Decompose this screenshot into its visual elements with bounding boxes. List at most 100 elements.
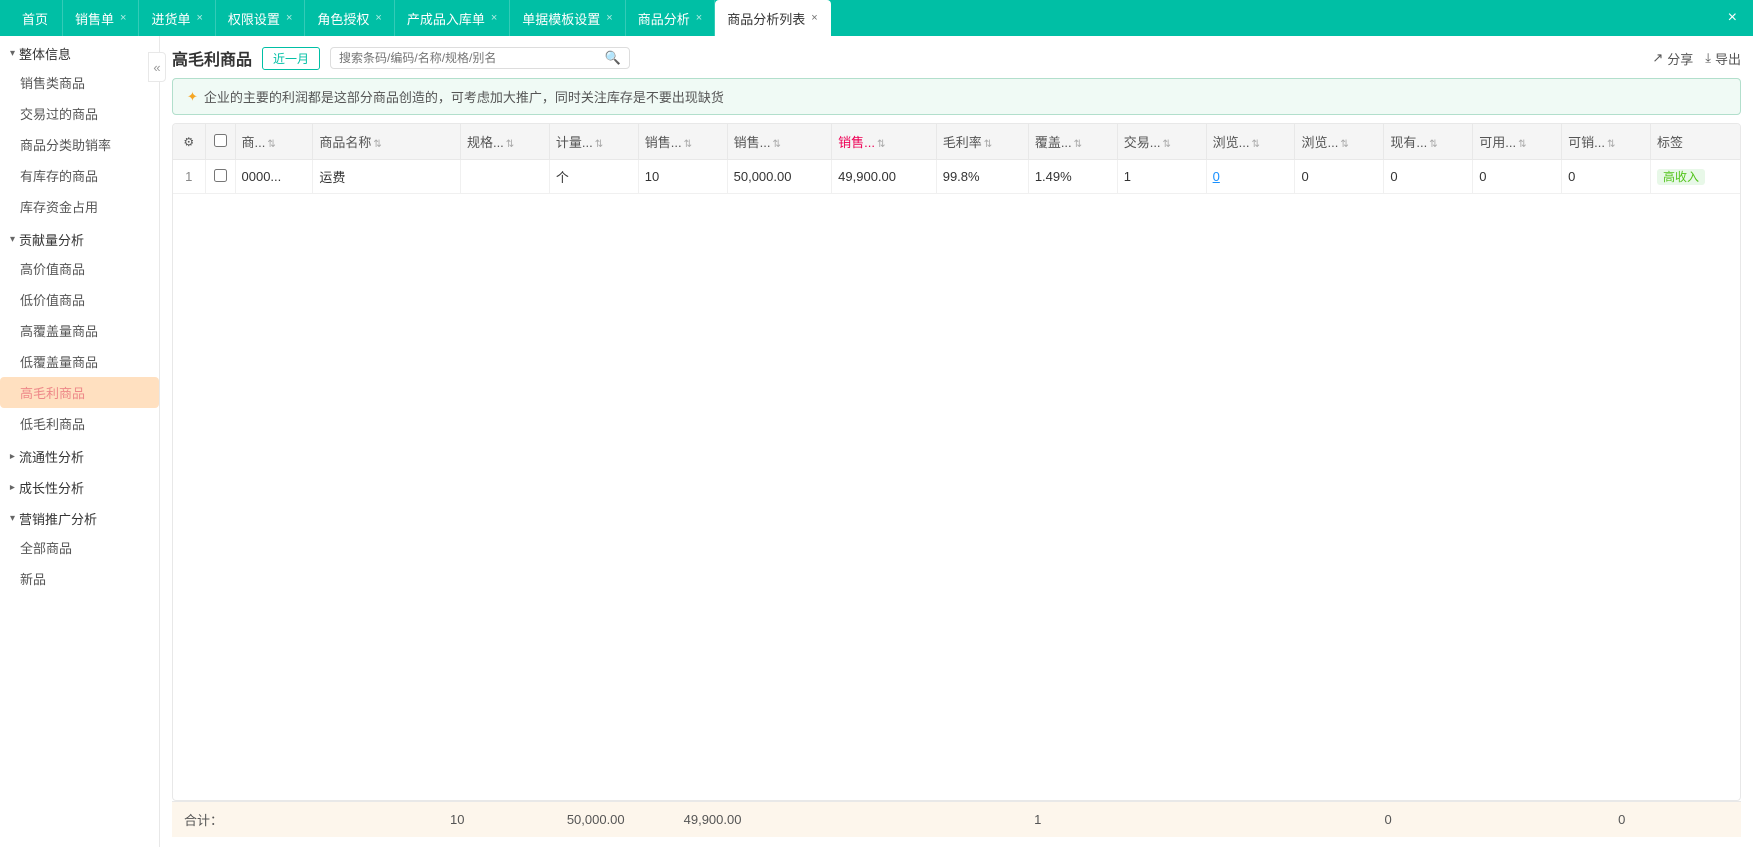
cell-browse1[interactable]: 0 xyxy=(1206,160,1295,194)
sidebar-item-all-goods[interactable]: 全部商品 xyxy=(0,532,159,563)
tab-product-inbound[interactable]: 产成品入库单 × xyxy=(395,0,510,36)
col-sale-amt[interactable]: 销售...⇅ xyxy=(727,124,832,160)
sidebar-item-low-value[interactable]: 低价值商品 xyxy=(0,284,159,315)
data-table: ⚙ 商...⇅ 商品名称⇅ 规格...⇅ 计量...⇅ 销售...⇅ 销售...… xyxy=(173,124,1740,194)
export-icon: ⤓ xyxy=(1705,50,1711,66)
cell-saleable: 0 xyxy=(1562,160,1651,194)
table-header-row: ⚙ 商...⇅ 商品名称⇅ 规格...⇅ 计量...⇅ 销售...⇅ 销售...… xyxy=(173,124,1740,160)
footer-sale-amt: 50,000.00 xyxy=(561,812,678,827)
sidebar-item-high-coverage[interactable]: 高覆盖量商品 xyxy=(0,315,159,346)
tab-template-settings[interactable]: 单据模板设置 × xyxy=(510,0,625,36)
close-tab-product-analysis-list[interactable]: × xyxy=(811,12,817,24)
tag-badge: 高收入 xyxy=(1657,169,1705,185)
sidebar-item-category-rate[interactable]: 商品分类助销率 xyxy=(0,129,159,160)
footer-browse2 xyxy=(1262,812,1379,827)
cell-sale-amt: 50,000.00 xyxy=(727,160,832,194)
info-banner: ✦ 企业的主要的利润都是这部分商品创造的，可考虑加大推广，同时关注库存是不要出现… xyxy=(172,78,1741,115)
close-tab-purchase-order[interactable]: × xyxy=(196,12,202,24)
search-input[interactable] xyxy=(339,51,605,65)
arrow-growth: ▾ xyxy=(7,485,18,490)
col-code[interactable]: 商...⇅ xyxy=(235,124,313,160)
tab-product-analysis[interactable]: 商品分析 × xyxy=(626,0,715,36)
footer-sale-profit: 49,900.00 xyxy=(678,812,795,827)
cell-unit: 个 xyxy=(549,160,638,194)
footer-available xyxy=(1495,812,1612,827)
close-tab-product-inbound[interactable]: × xyxy=(491,12,497,24)
sidebar-item-low-margin[interactable]: 低毛利商品 xyxy=(0,408,159,439)
sidebar-group-growth[interactable]: ▾ 成长性分析 xyxy=(0,470,159,501)
row-checkbox[interactable] xyxy=(214,169,227,182)
col-name[interactable]: 商品名称⇅ xyxy=(313,124,461,160)
sidebar-item-new-goods[interactable]: 新品 xyxy=(0,563,159,594)
cell-available: 0 xyxy=(1473,160,1562,194)
cell-name: 运费 xyxy=(313,160,461,194)
sidebar-item-high-margin[interactable]: 高毛利商品 xyxy=(0,377,159,408)
close-all-tabs[interactable]: × xyxy=(1720,9,1745,27)
close-tab-permission[interactable]: × xyxy=(286,12,292,24)
arrow-contribution: ▾ xyxy=(10,234,15,245)
footer-browse1 xyxy=(1145,812,1262,827)
col-browse2[interactable]: 浏览...⇅ xyxy=(1295,124,1384,160)
footer-saleable: 0 xyxy=(1612,812,1729,827)
tip-icon: ✦ xyxy=(187,89,198,105)
sidebar-item-traded-goods[interactable]: 交易过的商品 xyxy=(0,98,159,129)
tab-purchase-order[interactable]: 进货单 × xyxy=(139,0,215,36)
share-button[interactable]: ↗ 分享 xyxy=(1652,49,1693,68)
sidebar-collapse-btn[interactable]: « xyxy=(148,52,160,82)
cell-tag: 高收入 xyxy=(1651,160,1740,194)
col-available[interactable]: 可用...⇅ xyxy=(1473,124,1562,160)
table-row: 1 0000... 运费 个 10 50,000.00 49,900.00 99… xyxy=(173,160,1740,194)
search-box: 🔍 xyxy=(330,47,630,69)
tab-home[interactable]: 首页 xyxy=(8,0,63,36)
close-tab-sales-order[interactable]: × xyxy=(120,12,126,24)
content-area: 高毛利商品 近一月 🔍 ↗ 分享 ⤓ 导出 ✦ 企业的主要的利润都是这部分商品创… xyxy=(160,36,1753,847)
col-settings[interactable]: ⚙ xyxy=(173,124,205,160)
row-checkbox-cell[interactable] xyxy=(205,160,235,194)
tab-role-auth[interactable]: 角色授权 × xyxy=(305,0,394,36)
col-tag[interactable]: 标签 xyxy=(1651,124,1740,160)
cell-code: 0000... xyxy=(235,160,313,194)
select-all-checkbox[interactable] xyxy=(214,134,227,147)
tab-product-analysis-list[interactable]: 商品分析列表 × xyxy=(715,0,830,36)
col-gross-rate[interactable]: 毛利率⇅ xyxy=(936,124,1028,160)
cell-spec xyxy=(460,160,549,194)
search-icon[interactable]: 🔍 xyxy=(605,50,621,66)
row-num: 1 xyxy=(173,160,205,194)
close-tab-template[interactable]: × xyxy=(606,12,612,24)
sidebar-group-marketing[interactable]: ▾ 营销推广分析 xyxy=(0,501,159,532)
col-checkbox[interactable] xyxy=(205,124,235,160)
header-actions: ↗ 分享 ⤓ 导出 xyxy=(1652,49,1741,68)
col-coverage[interactable]: 覆盖...⇅ xyxy=(1028,124,1117,160)
page-title: 高毛利商品 xyxy=(172,46,252,70)
footer-coverage xyxy=(911,812,1028,827)
sidebar-group-circulation[interactable]: ▾ 流通性分析 xyxy=(0,439,159,470)
sidebar-item-high-value[interactable]: 高价值商品 xyxy=(0,253,159,284)
footer-current: 0 xyxy=(1379,812,1496,827)
sidebar-group-contribution[interactable]: ▾ 贡献量分析 xyxy=(0,222,159,253)
col-spec[interactable]: 规格...⇅ xyxy=(460,124,549,160)
col-browse1[interactable]: 浏览...⇅ xyxy=(1206,124,1295,160)
table-container: ⚙ 商...⇅ 商品名称⇅ 规格...⇅ 计量...⇅ 销售...⇅ 销售...… xyxy=(172,123,1741,801)
tab-permission-settings[interactable]: 权限设置 × xyxy=(216,0,305,36)
col-unit[interactable]: 计量...⇅ xyxy=(549,124,638,160)
col-sale-profit[interactable]: 销售...⇅ xyxy=(832,124,937,160)
sidebar-item-low-coverage[interactable]: 低覆盖量商品 xyxy=(0,346,159,377)
cell-sale-qty: 10 xyxy=(638,160,727,194)
arrow-circulation: ▾ xyxy=(7,454,18,459)
col-sale-qty[interactable]: 销售...⇅ xyxy=(638,124,727,160)
tab-sales-order[interactable]: 销售单 × xyxy=(63,0,139,36)
time-filter-btn[interactable]: 近一月 xyxy=(262,47,320,70)
sidebar-item-stock-capital[interactable]: 库存资金占用 xyxy=(0,191,159,222)
sidebar-item-sales-goods[interactable]: 销售类商品 xyxy=(0,67,159,98)
close-tab-product-analysis[interactable]: × xyxy=(696,12,702,24)
close-tab-role-auth[interactable]: × xyxy=(375,12,381,24)
export-button[interactable]: ⤓ 导出 xyxy=(1705,49,1741,68)
col-saleable[interactable]: 可销...⇅ xyxy=(1562,124,1651,160)
share-icon: ↗ xyxy=(1652,50,1663,66)
main-layout: « ▾ 整体信息 销售类商品 交易过的商品 商品分类助销率 有库存的商品 库存资… xyxy=(0,36,1753,847)
col-trade[interactable]: 交易...⇅ xyxy=(1117,124,1206,160)
col-current[interactable]: 现有...⇅ xyxy=(1384,124,1473,160)
sidebar-group-overall[interactable]: ▾ 整体信息 xyxy=(0,36,159,67)
footer-bar: 合计： 10 50,000.00 49,900.00 1 0 0 xyxy=(172,801,1741,837)
sidebar-item-stocked-goods[interactable]: 有库存的商品 xyxy=(0,160,159,191)
